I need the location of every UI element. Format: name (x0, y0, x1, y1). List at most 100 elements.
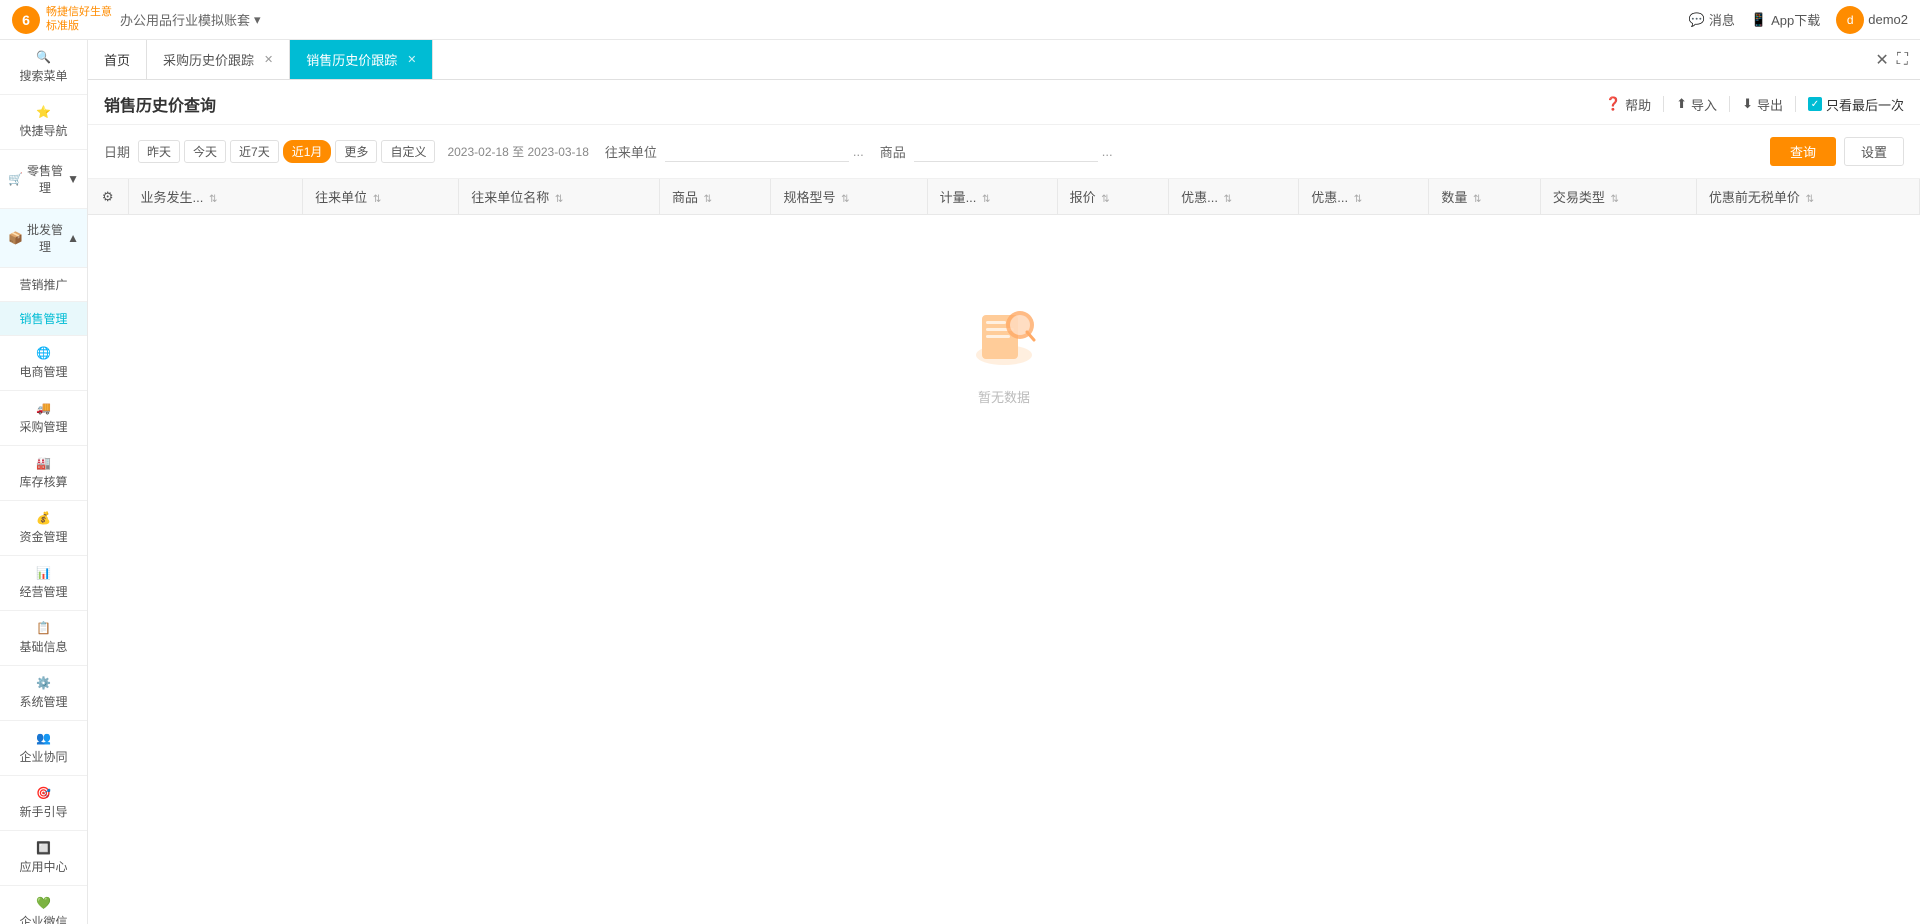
sort-icon-8: ⇅ (1224, 194, 1232, 205)
filter-area: 日期 昨天 今天 近7天 近1月 更多 自定义 2023-02-18 至 202… (88, 125, 1920, 179)
sidebar-item-search[interactable]: 🔍 搜索菜单 (0, 40, 87, 95)
tab-close-sales[interactable]: ✕ (407, 53, 416, 66)
export-btn[interactable]: ⬇ 导出 (1742, 95, 1783, 114)
message-icon: 💬 (1689, 12, 1705, 28)
help-icon: ❓ (1605, 96, 1621, 112)
guide-icon: 🎯 (36, 786, 51, 800)
header-left: 6 畅捷信好生意 标准版 办公用品行业模拟账套 ▾ (12, 6, 261, 34)
avatar: d (1836, 6, 1864, 34)
divider (1663, 96, 1664, 112)
tab-spacer (433, 40, 1863, 79)
sidebar-item-enterprise[interactable]: 👥 企业协同 (0, 721, 87, 776)
partner-dots[interactable]: ... (853, 144, 864, 159)
partner-label: 往来单位 (605, 142, 657, 161)
date-btn-today[interactable]: 今天 (184, 140, 226, 163)
sidebar-item-inventory[interactable]: 🏭 库存核算 (0, 446, 87, 501)
col-partner-name[interactable]: 往来单位名称 ⇅ (459, 179, 660, 215)
col-settings[interactable]: ⚙ (88, 179, 128, 215)
sidebar-item-finance[interactable]: 💰 资金管理 (0, 501, 87, 556)
tab-close-purchase[interactable]: ✕ (264, 53, 273, 66)
sidebar-item-marketing[interactable]: 营销推广 (0, 268, 87, 302)
logo-area: 6 畅捷信好生意 标准版 (12, 6, 112, 34)
sidebar-item-purchase[interactable]: 🚚 采购管理 (0, 391, 87, 446)
goods-input-wrap: ... (914, 142, 1113, 162)
sort-icon-12: ⇅ (1806, 194, 1814, 205)
main-layout: 🔍 搜索菜单 ⭐ 快捷导航 🛒 零售管理 ▼ 📦 批发管理 ▲ 营销推广 销售管… (0, 40, 1920, 924)
globe-icon: 🌐 (36, 346, 51, 360)
sidebar-item-wholesale[interactable]: 📦 批发管理 ▲ (0, 209, 87, 268)
sort-icon-2: ⇅ (373, 194, 381, 205)
sidebar-item-quick-nav[interactable]: ⭐ 快捷导航 (0, 95, 87, 150)
empty-state: 暂无数据 (88, 215, 1920, 486)
date-label: 日期 (104, 142, 130, 161)
import-btn[interactable]: ⬆ 导入 (1676, 95, 1717, 114)
query-button[interactable]: 查询 (1770, 137, 1836, 166)
user-area[interactable]: d demo2 (1836, 6, 1908, 34)
sidebar-item-system[interactable]: ⚙️ 系统管理 (0, 666, 87, 721)
sidebar-item-retail[interactable]: 🛒 零售管理 ▼ (0, 150, 87, 209)
nav-title[interactable]: 办公用品行业模拟账套 ▾ (120, 10, 261, 29)
date-btn-custom[interactable]: 自定义 (381, 140, 435, 163)
col-partner-code[interactable]: 往来单位 ⇅ (303, 179, 459, 215)
col-discount2[interactable]: 优惠... ⇅ (1299, 179, 1429, 215)
truck-icon: 🚚 (36, 401, 51, 415)
col-pretax-price[interactable]: 优惠前无税单价 ⇅ (1696, 179, 1919, 215)
goods-filter-group: 商品 ... (880, 142, 1113, 162)
sidebar-item-wechat[interactable]: 💚 企业微信 (0, 886, 87, 924)
sidebar-item-operations[interactable]: 📊 经营管理 (0, 556, 87, 611)
chevron-up-icon: ▲ (67, 231, 79, 245)
sort-icon-5: ⇅ (841, 194, 849, 205)
close-tab-btn[interactable]: ✕ (1875, 50, 1888, 70)
date-btn-more[interactable]: 更多 (335, 140, 377, 163)
empty-text: 暂无数据 (978, 387, 1030, 406)
sidebar: 🔍 搜索菜单 ⭐ 快捷导航 🛒 零售管理 ▼ 📦 批发管理 ▲ 营销推广 销售管… (0, 40, 88, 924)
box-icon: 📦 (8, 231, 23, 245)
page-card: 销售历史价查询 ❓ 帮助 ⬆ 导入 ⬇ (88, 80, 1920, 924)
sort-icon-7: ⇅ (1101, 194, 1109, 205)
sidebar-item-app-center[interactable]: 🔲 应用中心 (0, 831, 87, 886)
settings-button[interactable]: 设置 (1844, 137, 1904, 166)
table-header-row: ⚙ 业务发生... ⇅ 往来单位 ⇅ (88, 179, 1920, 215)
divider3 (1795, 96, 1796, 112)
col-biz-date[interactable]: 业务发生... ⇅ (128, 179, 303, 215)
help-btn[interactable]: ❓ 帮助 (1605, 95, 1651, 114)
logo-text: 畅捷信好生意 标准版 (46, 6, 112, 32)
gear-icon: ⚙️ (36, 676, 51, 690)
divider2 (1729, 96, 1730, 112)
sidebar-item-ecommerce[interactable]: 🌐 电商管理 (0, 336, 87, 391)
date-btn-7days[interactable]: 近7天 (230, 140, 279, 163)
goods-input[interactable] (914, 142, 1098, 162)
tab-sales-history[interactable]: 销售历史价跟踪 ✕ (290, 40, 433, 79)
partner-filter-group: 往来单位 ... (605, 142, 864, 162)
col-trade-type[interactable]: 交易类型 ⇅ (1540, 179, 1696, 215)
goods-dots[interactable]: ... (1102, 144, 1113, 159)
app-download-btn[interactable]: 📱 App下载 (1751, 10, 1820, 29)
sidebar-item-guide[interactable]: 🎯 新手引导 (0, 776, 87, 831)
date-btn-yesterday[interactable]: 昨天 (138, 140, 180, 163)
sort-icon-6: ⇅ (982, 194, 990, 205)
date-btn-1month[interactable]: 近1月 (283, 140, 332, 163)
table-wrap: ⚙ 业务发生... ⇅ 往来单位 ⇅ (88, 179, 1920, 486)
col-spec[interactable]: 规格型号 ⇅ (771, 179, 927, 215)
maximize-btn[interactable]: ⛶ (1897, 51, 1908, 69)
import-icon: ⬆ (1676, 96, 1687, 112)
wechat-icon: 💚 (36, 896, 51, 910)
only-last-checkbox-label[interactable]: ✓ 只看最后一次 (1808, 95, 1904, 114)
page-header-actions: ❓ 帮助 ⬆ 导入 ⬇ 导出 (1605, 95, 1904, 114)
col-goods[interactable]: 商品 ⇅ (659, 179, 771, 215)
logo-icon: 6 (12, 6, 40, 34)
col-quote[interactable]: 报价 ⇅ (1057, 179, 1169, 215)
header-right: 💬 消息 📱 App下载 d demo2 (1689, 6, 1908, 34)
tab-purchase-history[interactable]: 采购历史价跟踪 ✕ (147, 40, 290, 79)
col-unit[interactable]: 计量... ⇅ (927, 179, 1057, 215)
sidebar-item-sales-mgmt[interactable]: 销售管理 (0, 302, 87, 336)
col-discount1[interactable]: 优惠... ⇅ (1169, 179, 1299, 215)
team-icon: 👥 (36, 731, 51, 745)
message-btn[interactable]: 💬 消息 (1689, 10, 1735, 29)
partner-input[interactable] (665, 142, 849, 162)
sort-icon-4: ⇅ (704, 194, 712, 205)
col-qty[interactable]: 数量 ⇅ (1429, 179, 1541, 215)
partner-input-wrap: ... (665, 142, 864, 162)
sidebar-item-basic-info[interactable]: 📋 基础信息 (0, 611, 87, 666)
tab-home[interactable]: 首页 (88, 40, 147, 79)
